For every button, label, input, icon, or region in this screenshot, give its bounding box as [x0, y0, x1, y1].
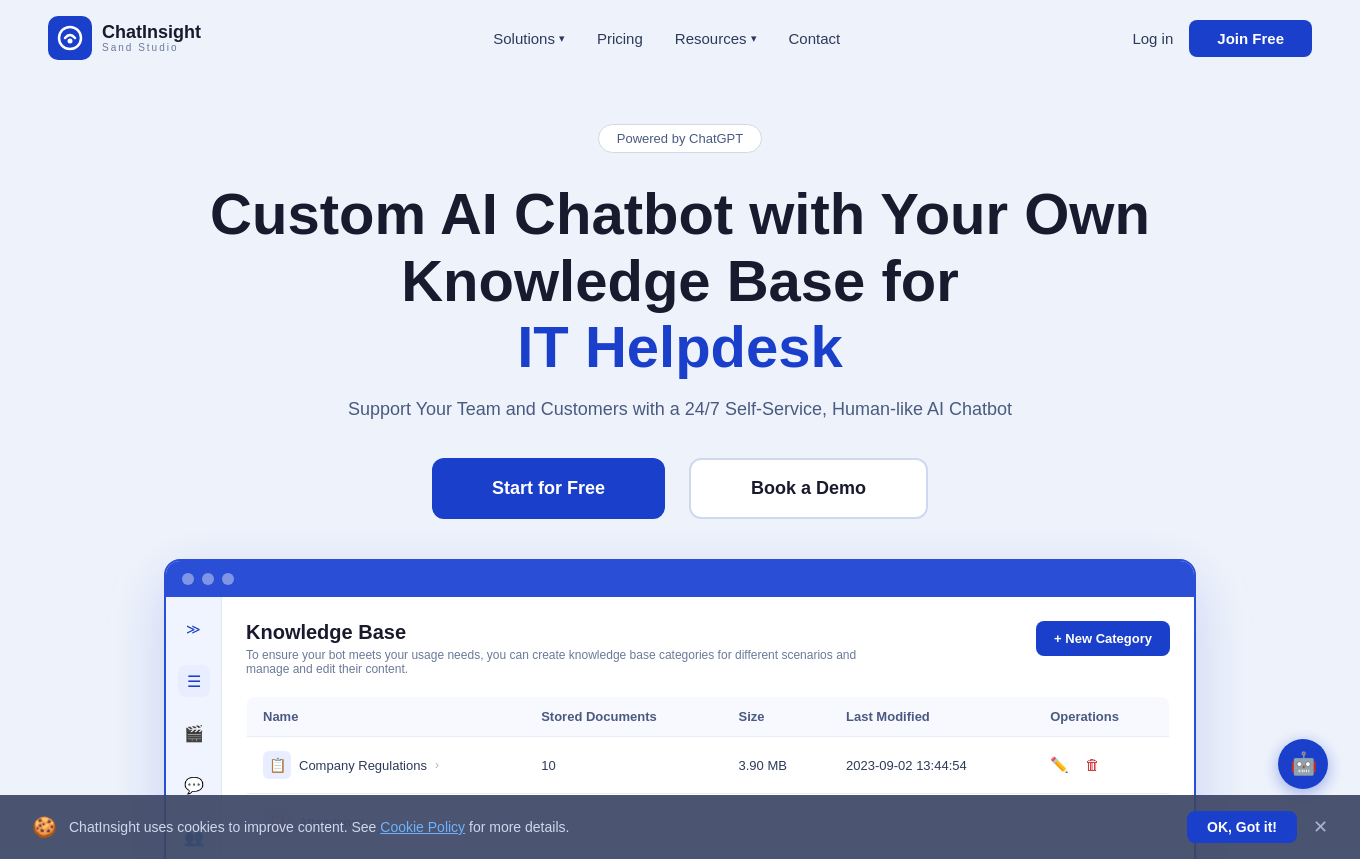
row-doc-icon: 📋: [263, 751, 291, 779]
row-last-modified: 2023-09-02 13:44:54: [830, 737, 1034, 794]
cookie-close-button[interactable]: ✕: [1313, 816, 1328, 838]
chat-icon: 🤖: [1290, 751, 1317, 777]
nav-pricing[interactable]: Pricing: [597, 30, 643, 47]
start-free-button[interactable]: Start for Free: [432, 458, 665, 519]
new-category-button[interactable]: + New Category: [1036, 621, 1170, 656]
cookie-banner: 🍪 ChatInsight uses cookies to improve co…: [0, 795, 1360, 859]
edit-icon[interactable]: ✏️: [1050, 756, 1069, 773]
col-size: Size: [723, 697, 831, 737]
nav-actions: Log in Join Free: [1132, 20, 1312, 57]
row-stored-docs: 10: [525, 737, 722, 794]
table-header-row: Name Stored Documents Size Last Modified…: [247, 697, 1170, 737]
topbar-dot-3: [222, 573, 234, 585]
col-last-modified: Last Modified: [830, 697, 1034, 737]
svg-point-1: [68, 39, 73, 44]
table-row: 📋 Company Regulations › 10 3.90 MB 2023-…: [247, 737, 1170, 794]
col-operations: Operations: [1034, 697, 1169, 737]
preview-topbar: [166, 561, 1194, 597]
kb-desc: To ensure your bot meets your usage need…: [246, 648, 866, 676]
hero-section: Powered by ChatGPT Custom AI Chatbot wit…: [0, 76, 1360, 559]
join-free-button[interactable]: Join Free: [1189, 20, 1312, 57]
cookie-text: ChatInsight uses cookies to improve cont…: [69, 819, 569, 835]
logo-icon: [48, 16, 92, 60]
logo-title: ChatInsight: [102, 23, 201, 43]
cookie-right: OK, Got it! ✕: [1187, 811, 1328, 843]
cookie-policy-link[interactable]: Cookie Policy: [380, 819, 465, 835]
nav-contact[interactable]: Contact: [789, 30, 841, 47]
row-size: 3.90 MB: [723, 737, 831, 794]
hero-subtitle: Support Your Team and Customers with a 2…: [24, 399, 1336, 420]
kb-header-text: Knowledge Base To ensure your bot meets …: [246, 621, 866, 676]
navbar: ChatInsight Sand Studio Solutions ▾ Pric…: [0, 0, 1360, 76]
row-name-cell: 📋 Company Regulations ›: [247, 737, 526, 794]
logo-text: ChatInsight Sand Studio: [102, 23, 201, 54]
row-expand-icon[interactable]: ›: [435, 758, 439, 772]
row-operations: ✏️ 🗑: [1034, 737, 1169, 794]
chevron-down-icon: ▾: [559, 32, 565, 45]
col-stored-docs: Stored Documents: [525, 697, 722, 737]
hero-title: Custom AI Chatbot with Your Own Knowledg…: [24, 181, 1336, 381]
hero-buttons: Start for Free Book a Demo: [24, 458, 1336, 519]
logo: ChatInsight Sand Studio: [48, 16, 201, 60]
hero-highlight: IT Helpdesk: [517, 314, 843, 379]
chat-widget[interactable]: 🤖: [1278, 739, 1328, 789]
cookie-emoji: 🍪: [32, 815, 57, 839]
row-name-text: Company Regulations: [299, 758, 427, 773]
cookie-left: 🍪 ChatInsight uses cookies to improve co…: [32, 815, 569, 839]
sidebar-kb-icon[interactable]: ☰: [178, 665, 210, 697]
topbar-dot-1: [182, 573, 194, 585]
nav-links: Solutions ▾ Pricing Resources ▾ Contact: [493, 30, 840, 47]
delete-icon[interactable]: 🗑: [1085, 756, 1100, 773]
svg-point-0: [59, 27, 81, 49]
sidebar-collapse-icon[interactable]: ≫: [178, 613, 210, 645]
powered-badge: Powered by ChatGPT: [598, 124, 762, 153]
nav-solutions[interactable]: Solutions ▾: [493, 30, 565, 47]
book-demo-button[interactable]: Book a Demo: [689, 458, 928, 519]
kb-title: Knowledge Base: [246, 621, 866, 644]
topbar-dot-2: [202, 573, 214, 585]
login-button[interactable]: Log in: [1132, 30, 1173, 47]
logo-subtitle: Sand Studio: [102, 42, 201, 53]
nav-resources[interactable]: Resources ▾: [675, 30, 757, 47]
chevron-down-icon: ▾: [751, 32, 757, 45]
kb-header: Knowledge Base To ensure your bot meets …: [246, 621, 1170, 676]
col-name: Name: [247, 697, 526, 737]
cookie-ok-button[interactable]: OK, Got it!: [1187, 811, 1297, 843]
sidebar-video-icon[interactable]: 🎬: [178, 717, 210, 749]
